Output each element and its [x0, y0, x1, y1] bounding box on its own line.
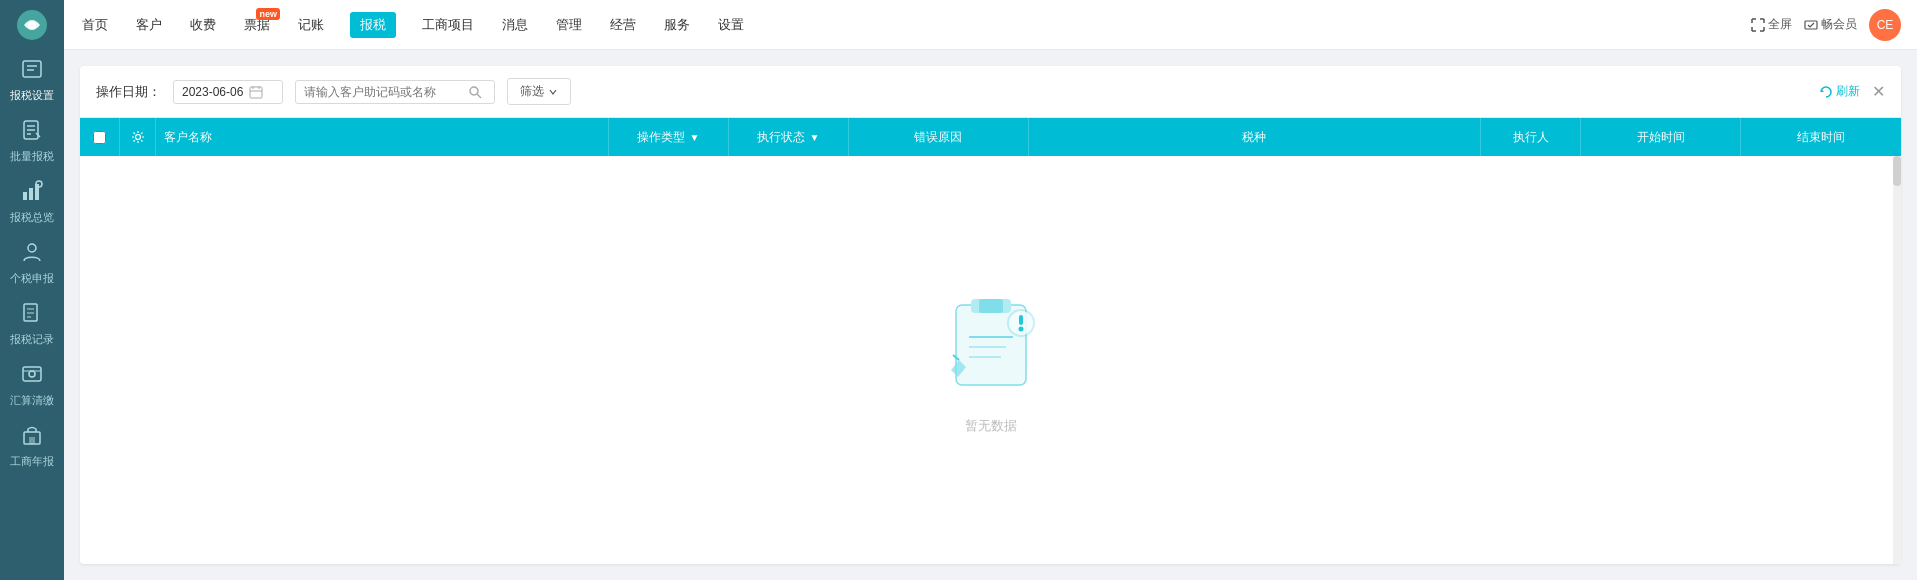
nav-settings[interactable]: 设置: [716, 12, 746, 38]
search-input[interactable]: [304, 85, 464, 99]
user-initials: CE: [1877, 18, 1894, 32]
table-body: 暂无数据: [80, 156, 1901, 564]
svg-rect-9: [23, 192, 27, 200]
scrollbar-track[interactable]: [1893, 156, 1901, 564]
th-tax-type: 税种: [1029, 118, 1482, 156]
sidebar-item-personal-tax[interactable]: 个税申报: [0, 233, 64, 294]
filter-bar: 操作日期： 2023-06-06: [80, 66, 1901, 118]
svg-rect-22: [29, 437, 35, 444]
sidebar-item-tax-settings[interactable]: 报税设置: [0, 50, 64, 111]
filter-right: 刷新 ✕: [1819, 82, 1885, 101]
svg-point-1: [28, 21, 36, 29]
content-area: 操作日期： 2023-06-06: [64, 50, 1917, 580]
nav-customer[interactable]: 客户: [134, 12, 164, 38]
sidebar-item-label-batch-tax: 批量报税: [10, 149, 54, 164]
annual-report-icon: [21, 424, 43, 451]
svg-rect-24: [250, 87, 262, 98]
svg-rect-40: [1019, 315, 1023, 325]
scrollbar-thumb[interactable]: [1893, 156, 1901, 186]
th-end-time: 结束时间: [1741, 118, 1901, 156]
sidebar-item-label-personal-tax: 个税申报: [10, 271, 54, 286]
nav-home[interactable]: 首页: [80, 12, 110, 38]
sidebar-item-label-settlement: 汇算清缴: [10, 393, 54, 408]
nav-operation[interactable]: 经营: [608, 12, 638, 38]
sidebar-item-label-tax-overview: 报税总览: [10, 210, 54, 225]
sidebar-item-annual-report[interactable]: 工商年报: [0, 416, 64, 477]
refresh-button[interactable]: 刷新: [1819, 83, 1860, 100]
sidebar-item-tax-record[interactable]: 报税记录: [0, 294, 64, 355]
nav-service[interactable]: 服务: [662, 12, 692, 38]
op-type-sort-icon: ▼: [690, 132, 700, 143]
close-button[interactable]: ✕: [1872, 82, 1885, 101]
th-customer-name: 客户名称: [156, 118, 609, 156]
date-label: 操作日期：: [96, 83, 161, 101]
nav-manage[interactable]: 管理: [554, 12, 584, 38]
sidebar-item-settlement[interactable]: 汇算清缴: [0, 355, 64, 416]
sidebar-item-label-tax-settings: 报税设置: [10, 88, 54, 103]
select-all-checkbox[interactable]: [93, 131, 106, 144]
nav-fee[interactable]: 收费: [188, 12, 218, 38]
svg-point-13: [28, 244, 36, 252]
personal-tax-icon: [21, 241, 43, 268]
svg-rect-2: [23, 61, 41, 77]
fullscreen-label: 全屏: [1768, 16, 1792, 33]
svg-point-41: [1018, 327, 1023, 332]
svg-line-29: [477, 94, 481, 98]
th-executor: 执行人: [1481, 118, 1581, 156]
main-area: 首页 客户 收费 票据 new 记账 报税 工商项目 消息 管理 经营 服务 设…: [64, 0, 1917, 580]
svg-rect-10: [29, 188, 33, 200]
date-value: 2023-06-06: [182, 85, 243, 99]
fullscreen-btn[interactable]: 全屏: [1751, 16, 1792, 33]
th-exec-status[interactable]: 执行状态 ▼: [729, 118, 849, 156]
refresh-label: 刷新: [1836, 83, 1860, 100]
filter-button[interactable]: 筛选: [507, 78, 571, 105]
svg-point-19: [29, 371, 35, 377]
sidebar-item-tax-overview[interactable]: 报税总览: [0, 172, 64, 233]
svg-point-30: [135, 135, 140, 140]
sidebar-item-label-annual-report: 工商年报: [10, 454, 54, 469]
tax-settings-icon: [21, 58, 43, 85]
topnav-right-area: 全屏 畅会员 CE: [1751, 9, 1901, 41]
new-badge: new: [256, 8, 280, 20]
svg-rect-23: [1805, 21, 1817, 29]
th-op-type[interactable]: 操作类型 ▼: [609, 118, 729, 156]
top-navigation: 首页 客户 收费 票据 new 记账 报税 工商项目 消息 管理 经营 服务 设…: [64, 0, 1917, 50]
sidebar-item-label-tax-record: 报税记录: [10, 332, 54, 347]
svg-rect-34: [979, 299, 1003, 313]
th-start-time: 开始时间: [1581, 118, 1741, 156]
svg-point-28: [470, 87, 478, 95]
svg-rect-18: [23, 367, 41, 381]
th-gear[interactable]: [120, 118, 156, 156]
tax-overview-icon: [21, 180, 43, 207]
member-btn[interactable]: 畅会员: [1804, 16, 1857, 33]
empty-state: 暂无数据: [931, 285, 1051, 435]
empty-illustration: [931, 285, 1051, 405]
nav-business[interactable]: 工商项目: [420, 12, 476, 38]
sidebar: 报税设置 批量报税 报税总览: [0, 0, 64, 580]
nav-invoice[interactable]: 票据 new: [242, 12, 272, 38]
app-logo[interactable]: [0, 0, 64, 50]
th-checkbox[interactable]: [80, 118, 120, 156]
exec-status-sort-icon: ▼: [810, 132, 820, 143]
th-error-reason: 错误原因: [849, 118, 1029, 156]
member-label: 畅会员: [1821, 16, 1857, 33]
nav-account[interactable]: 记账: [296, 12, 326, 38]
data-table: 客户名称 操作类型 ▼ 执行状态 ▼ 错误原因 税种: [80, 118, 1901, 564]
sidebar-item-batch-tax[interactable]: 批量报税: [0, 111, 64, 172]
batch-tax-icon: [21, 119, 43, 146]
nav-tax[interactable]: 报税: [350, 12, 396, 38]
user-avatar[interactable]: CE: [1869, 9, 1901, 41]
tax-record-icon: [21, 302, 43, 329]
filter-btn-label: 筛选: [520, 83, 544, 100]
search-box[interactable]: [295, 80, 495, 104]
date-picker[interactable]: 2023-06-06: [173, 80, 283, 104]
empty-text: 暂无数据: [965, 417, 1017, 435]
nav-message[interactable]: 消息: [500, 12, 530, 38]
settlement-icon: [21, 363, 43, 390]
table-header: 客户名称 操作类型 ▼ 执行状态 ▼ 错误原因 税种: [80, 118, 1901, 156]
